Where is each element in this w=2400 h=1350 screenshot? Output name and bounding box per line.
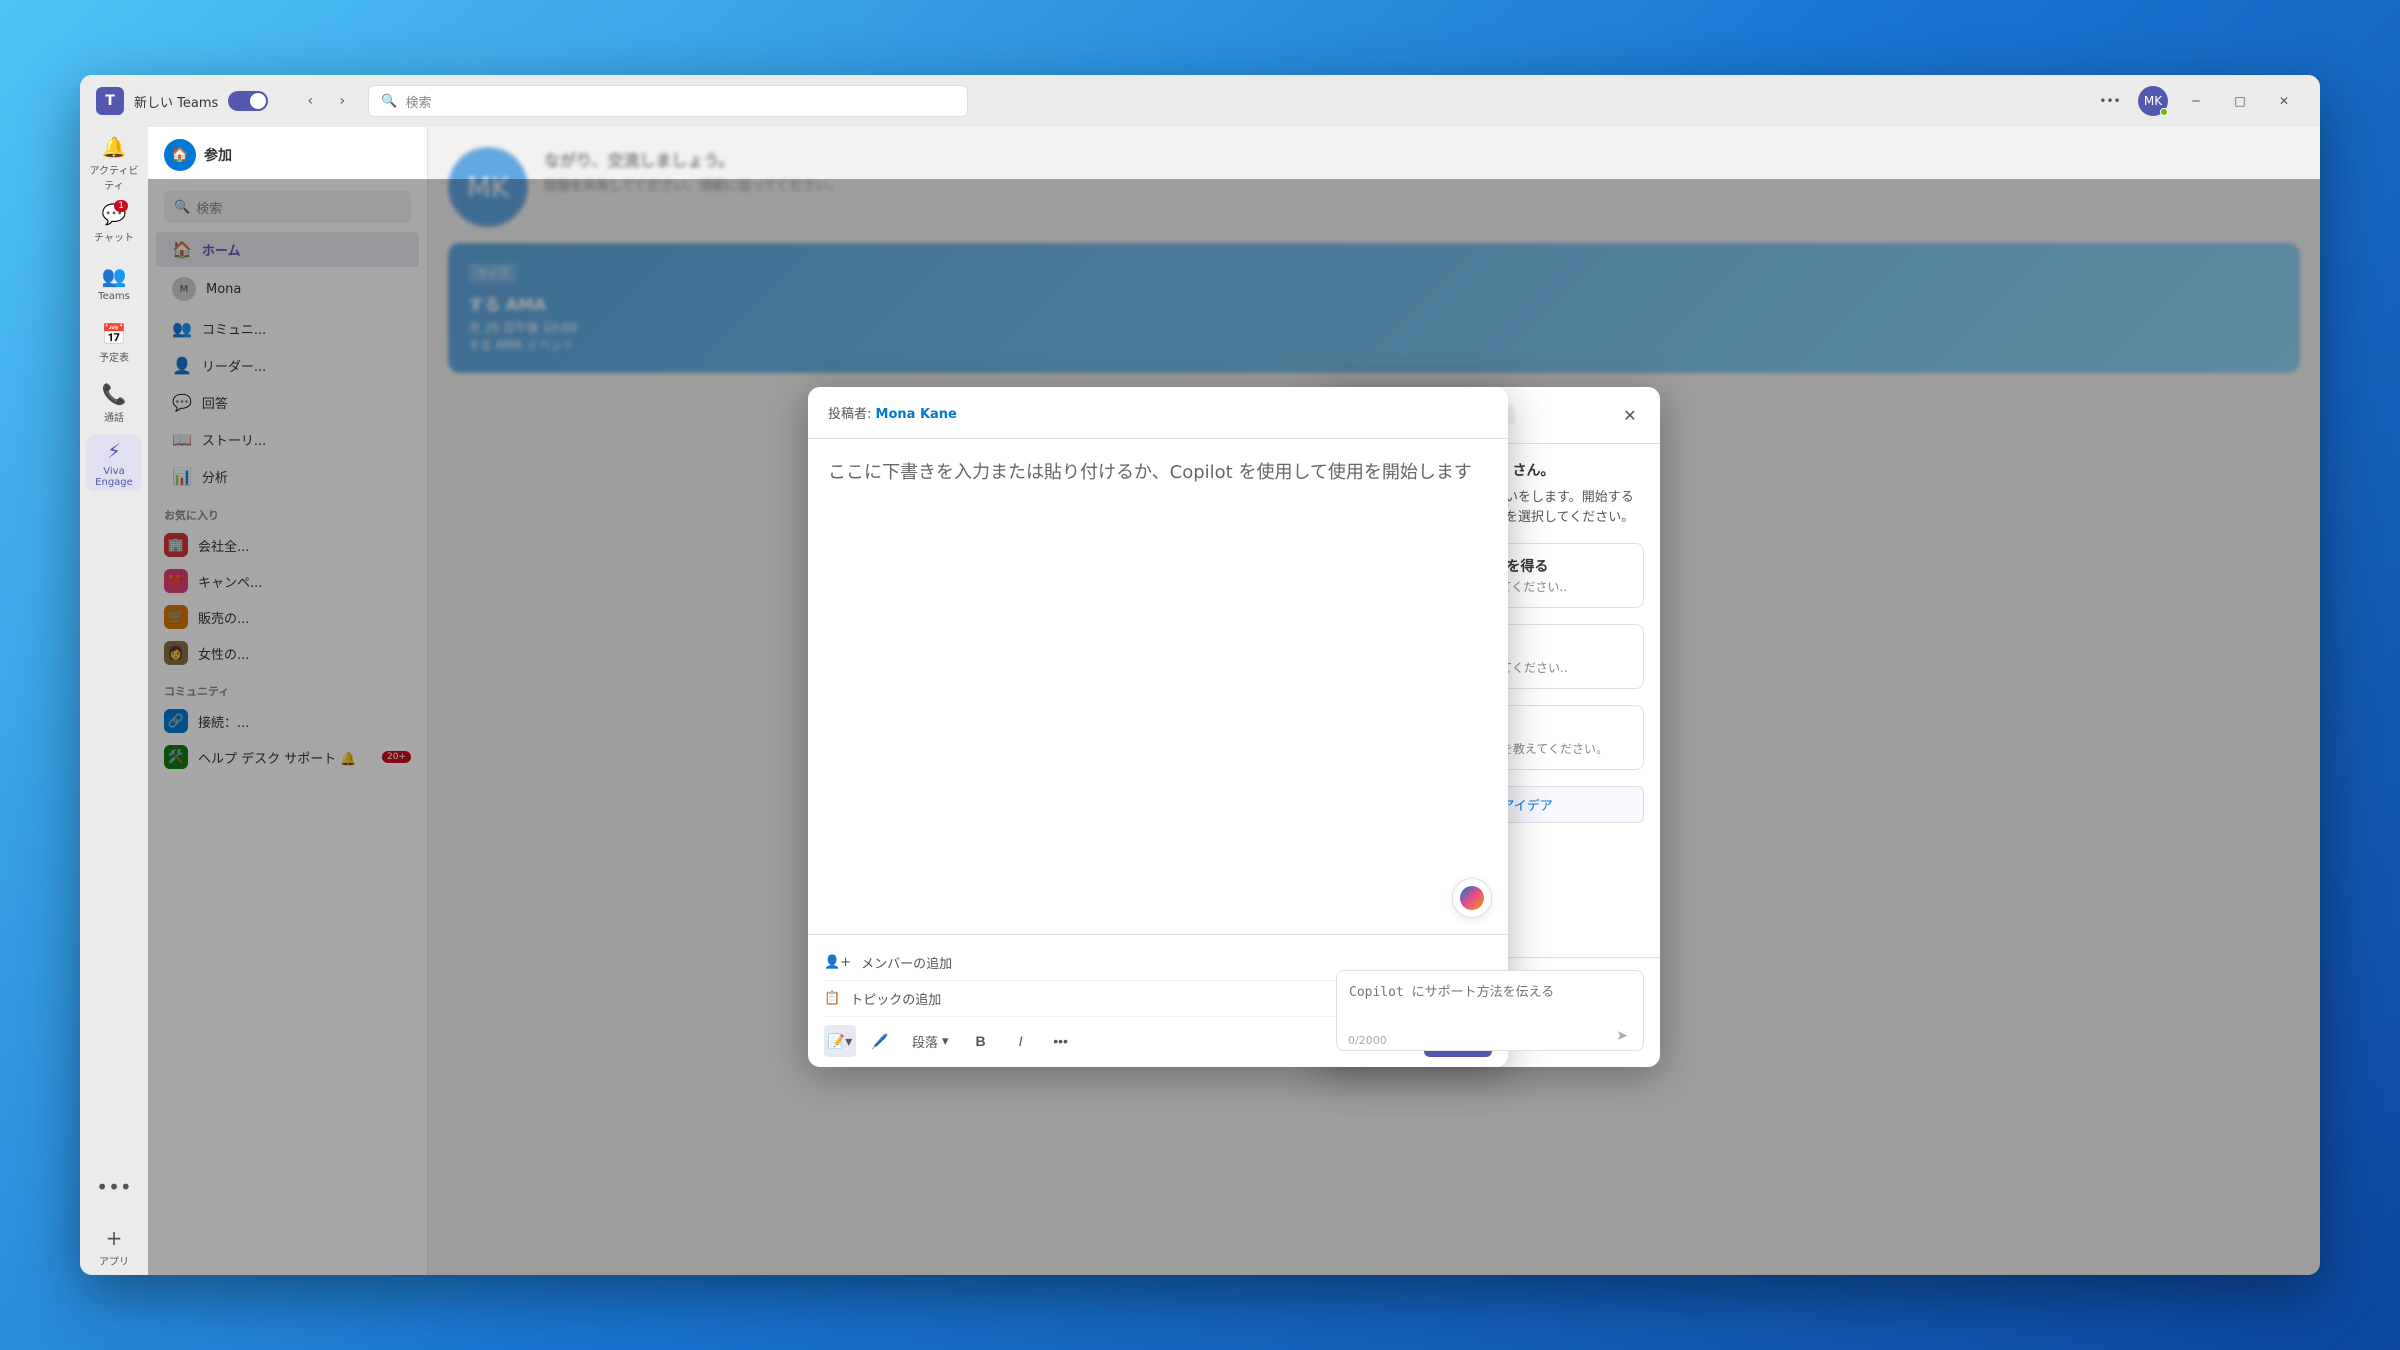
add-topic-icon: 📋 [824,991,840,1006]
copilot-input-wrapper: 0/2000 ➤ [1336,970,1644,1055]
bold-label: B [975,1033,985,1049]
sidebar-item-activity[interactable]: 🔔 アクティビティ [86,135,142,191]
title-bar-right: ••• MK ─ □ ✕ [2090,85,2304,117]
nav-forward-button[interactable]: › [328,87,356,115]
bold-button[interactable]: B [965,1025,997,1057]
author-name: Mona Kane [876,407,957,422]
sidebar-item-more[interactable]: ••• [86,1159,142,1215]
more-icon: ••• [96,1175,131,1199]
author-label: 投稿者: [828,407,871,422]
char-count: 0/2000 [1348,1034,1387,1047]
add-member-icon: 👤+ [824,955,851,970]
activity-icon-wrapper: 🔔 [102,135,126,159]
sidebar-item-label-apps: アプリ [99,1253,129,1268]
close-button[interactable]: ✕ [2264,85,2304,117]
sidebar-item-label-chat: チャット [94,229,134,244]
modals-wrapper: 投稿者: Mona Kane ここに下書きを入力または貼り付けるか、Copilo… [808,387,1660,1067]
panel-title: 参加 [204,145,232,165]
viva-icon: ⚡ [107,439,121,463]
sidebar-item-viva[interactable]: ⚡ Viva Engage [86,435,142,491]
calls-icon-wrapper: 📞 [102,382,126,406]
post-modal: 投稿者: Mona Kane ここに下書きを入力または貼り付けるか、Copilo… [808,387,1508,1067]
apps-icon: + [106,1226,123,1250]
copilot-send-button[interactable]: ➤ [1610,1023,1634,1047]
post-placeholder-text: ここに下書きを入力または貼り付けるか、Copilot を使用して使用を開始します [828,459,1488,488]
copilot-close-button[interactable]: ✕ [1616,401,1644,429]
paragraph-chevron-icon: ▾ [942,1034,949,1049]
copilot-fab-button[interactable] [1452,878,1492,918]
sidebar-item-calendar[interactable]: 📅 予定表 [86,315,142,371]
left-panel-header: 🏠 参加 [148,127,427,183]
minimize-button[interactable]: ─ [2176,85,2216,117]
modal-header: 投稿者: Mona Kane [808,387,1508,439]
add-member-label: メンバーの追加 [861,953,952,972]
paragraph-dropdown[interactable]: 段落 ▾ [904,1028,957,1055]
sidebar-item-label-calls: 通話 [104,409,124,424]
copilot-mini-icon [1460,886,1484,910]
nav-back-button[interactable]: ‹ [296,87,324,115]
nav-arrows: ‹ › [296,87,356,115]
activity-icon: 🔔 [102,135,127,159]
sidebar-item-calls[interactable]: 📞 通話 [86,375,142,431]
calendar-icon-wrapper: 📅 [102,322,126,346]
sidebar-item-label-viva: Viva Engage [86,466,142,488]
chat-badge: 1 [114,200,128,212]
title-bar: T 新しい Teams ‹ › 🔍 検索 ••• MK ─ □ ✕ [80,75,2320,127]
more-options-button[interactable]: ••• [2090,85,2130,117]
sidebar-item-chat[interactable]: 💬 1 チャット [86,195,142,251]
maximize-button[interactable]: □ [2220,85,2260,117]
teams-logo-icon: T [96,87,124,115]
title-bar-left: T 新しい Teams [96,87,268,115]
text-format-button[interactable]: 📝▾ [824,1025,856,1057]
sidebar: 🔔 アクティビティ 💬 1 チャット 👥 Teams 📅 [80,127,148,1275]
teams-icon-wrapper: 👥 [102,264,126,288]
italic-button[interactable]: I [1005,1025,1037,1057]
search-placeholder: 検索 [405,92,431,111]
teams-icon: 👥 [102,264,127,288]
teams-window: T 新しい Teams ‹ › 🔍 検索 ••• MK ─ □ ✕ [80,75,2320,1275]
new-teams-toggle[interactable] [228,91,268,111]
add-topic-label: トピックの追加 [850,989,941,1008]
modal-overlay: 投稿者: Mona Kane ここに下書きを入力または貼り付けるか、Copilo… [148,179,2320,1275]
more-format-button[interactable]: ••• [1045,1025,1077,1057]
app-body: 🔔 アクティビティ 💬 1 チャット 👥 Teams 📅 [80,127,2320,1275]
calls-icon: 📞 [102,382,127,406]
sidebar-item-label-teams: Teams [98,291,130,302]
paragraph-label: 段落 [912,1032,938,1051]
chat-icon-wrapper: 💬 1 [102,202,126,226]
global-search-bar[interactable]: 🔍 検索 [368,85,968,117]
copilot-input-area: 0/2000 ➤ [1320,957,1660,1067]
community-icon: 🏠 [164,139,196,171]
search-icon: 🔍 [381,94,397,109]
app-title: 新しい Teams [134,92,218,111]
sidebar-item-teams[interactable]: 👥 Teams [86,255,142,311]
modal-body[interactable]: ここに下書きを入力または貼り付けるか、Copilot を使用して使用を開始します [808,439,1508,934]
window-controls: ─ □ ✕ [2176,85,2304,117]
viva-icon-wrapper: ⚡ [102,439,126,463]
calendar-icon: 📅 [102,322,127,346]
avatar-status-indicator [2160,108,2168,116]
highlight-button[interactable]: 🖊️ [864,1025,896,1057]
sidebar-item-label-activity: アクティビティ [86,162,142,192]
italic-label: I [1019,1033,1023,1049]
avatar[interactable]: MK [2138,86,2168,116]
sidebar-item-apps[interactable]: + アプリ [86,1219,142,1275]
sidebar-item-label-calendar: 予定表 [99,349,129,364]
